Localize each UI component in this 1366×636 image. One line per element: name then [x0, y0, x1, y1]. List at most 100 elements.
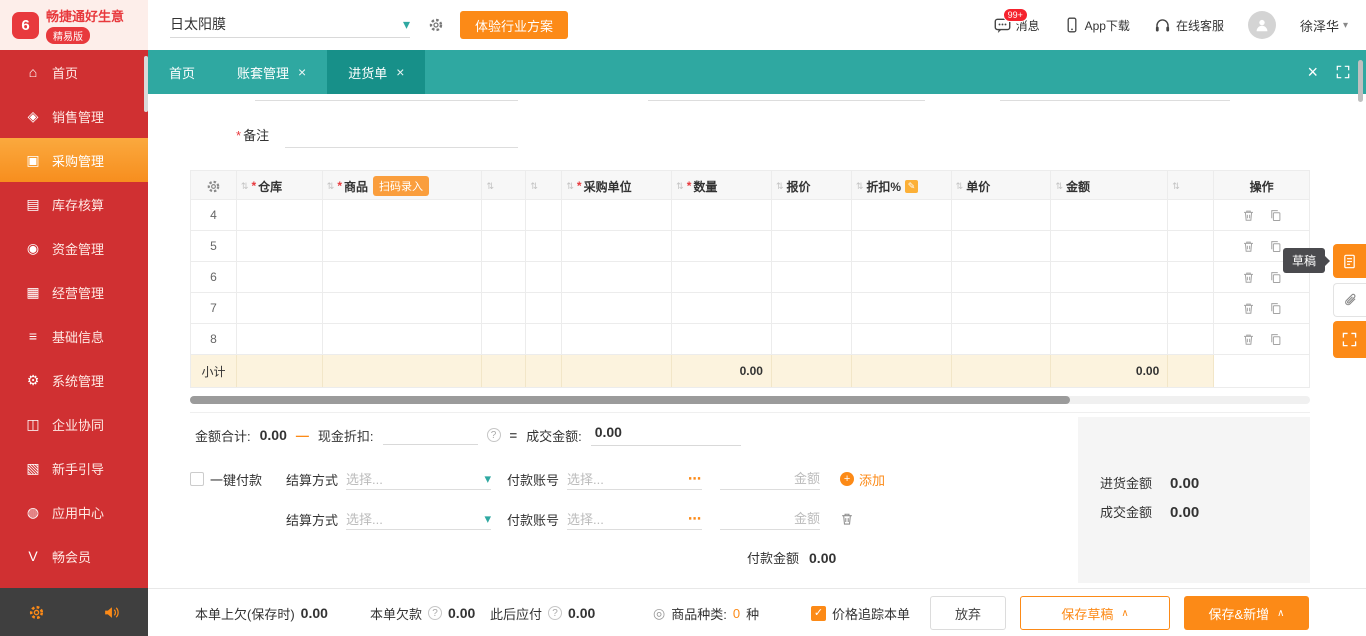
sidebar-item-system[interactable]: ⚙ 系统管理: [0, 358, 148, 402]
cell[interactable]: [526, 324, 563, 354]
speaker-icon[interactable]: [103, 604, 120, 621]
sort-icon[interactable]: ⇅: [956, 181, 964, 192]
header-extra-2[interactable]: ⇅: [526, 171, 563, 201]
abandon-button[interactable]: 放弃: [930, 596, 1006, 630]
cell-amount[interactable]: [1051, 200, 1169, 230]
cell-discount[interactable]: [852, 324, 952, 354]
edit-discount-icon[interactable]: ✎: [905, 179, 919, 193]
app-download-button[interactable]: App下载: [1064, 17, 1130, 34]
close-all-icon[interactable]: ×: [1307, 63, 1318, 81]
messages-button[interactable]: 99+ 消息: [994, 7, 1040, 34]
experience-plan-button[interactable]: 体验行业方案: [460, 11, 569, 39]
one-click-pay-checkbox[interactable]: [190, 472, 204, 486]
copy-row-icon[interactable]: [1269, 209, 1282, 222]
sidebar-item-app-center[interactable]: ◍ 应用中心: [0, 490, 148, 534]
cell-quantity[interactable]: [672, 324, 772, 354]
avatar[interactable]: [1247, 11, 1276, 39]
header-purchase-unit[interactable]: ⇅ * 采购单位: [562, 171, 673, 201]
header-quantity[interactable]: ⇅ * 数量: [672, 171, 772, 201]
pay-amount-input[interactable]: 金额: [720, 508, 821, 530]
save-draft-button[interactable]: 保存草稿 ∧: [1020, 596, 1170, 630]
cell[interactable]: [526, 231, 563, 261]
cell-amount[interactable]: [1051, 324, 1169, 354]
remark-input[interactable]: [285, 147, 518, 148]
cell-warehouse[interactable]: [237, 231, 323, 261]
sort-icon[interactable]: ⇅: [1055, 181, 1063, 192]
more-icon[interactable]: ⋯: [688, 511, 702, 527]
sort-icon[interactable]: ⇅: [486, 181, 494, 192]
sidebar-item-purchase[interactable]: ▣ 采购管理: [0, 138, 148, 182]
cell-warehouse[interactable]: [237, 324, 323, 354]
cell[interactable]: [526, 293, 563, 323]
copy-row-icon[interactable]: [1269, 333, 1282, 346]
online-service-button[interactable]: 在线客服: [1154, 17, 1224, 34]
settings-gear-button[interactable]: [428, 17, 444, 33]
delete-row-icon[interactable]: [1242, 302, 1255, 315]
header-extra-3[interactable]: ⇅: [1168, 171, 1215, 201]
cell-warehouse[interactable]: [237, 262, 323, 292]
price-track-checkbox[interactable]: ✓: [811, 605, 826, 621]
user-menu[interactable]: 徐泽华 ▾: [1300, 16, 1348, 35]
cell[interactable]: [1168, 293, 1215, 323]
sidebar-item-operations[interactable]: ▦ 经营管理: [0, 270, 148, 314]
sidebar-item-member[interactable]: V 畅会员: [0, 534, 148, 578]
close-icon[interactable]: ×: [396, 64, 404, 80]
cell-purchase-unit[interactable]: [562, 293, 673, 323]
cell-product[interactable]: [323, 262, 483, 292]
cell-amount[interactable]: [1051, 262, 1169, 292]
cell[interactable]: [1168, 231, 1215, 261]
cell-quantity[interactable]: [672, 200, 772, 230]
sidebar-item-home[interactable]: ⌂ 首页: [0, 50, 148, 94]
sidebar-item-inventory[interactable]: ▤ 库存核算: [0, 182, 148, 226]
more-icon[interactable]: ⋯: [688, 471, 702, 487]
sidebar-item-guide[interactable]: ▧ 新手引导: [0, 446, 148, 490]
pay-amount-input[interactable]: 金额: [720, 468, 821, 490]
cell[interactable]: [482, 231, 527, 261]
scan-entry-button[interactable]: 扫码录入: [373, 176, 429, 196]
sort-icon[interactable]: ⇅: [856, 181, 864, 192]
cell-quote[interactable]: [772, 293, 852, 323]
help-icon[interactable]: ?: [548, 606, 563, 620]
cell[interactable]: [1168, 200, 1215, 230]
delete-row-icon[interactable]: [1242, 209, 1255, 222]
sort-icon[interactable]: ⇅: [776, 181, 784, 192]
delete-row-icon[interactable]: [1242, 240, 1255, 253]
cell[interactable]: [482, 293, 527, 323]
column-settings-gear-icon[interactable]: [191, 171, 237, 201]
copy-row-icon[interactable]: [1269, 302, 1282, 315]
help-icon[interactable]: ?: [428, 606, 443, 620]
cell-amount[interactable]: [1051, 293, 1169, 323]
cell-discount[interactable]: [852, 262, 952, 292]
pay-account-select[interactable]: 选择... ⋯: [567, 508, 703, 530]
sort-icon[interactable]: ⇅: [241, 181, 249, 192]
cell-purchase-unit[interactable]: [562, 200, 673, 230]
cash-discount-input[interactable]: [382, 425, 478, 445]
cell-quote[interactable]: [772, 231, 852, 261]
cell-amount[interactable]: [1051, 231, 1169, 261]
scrollbar-thumb[interactable]: [190, 396, 1070, 404]
tab-account-mgmt[interactable]: 账套管理 ×: [216, 50, 327, 94]
expand-button[interactable]: [1333, 321, 1366, 358]
cell[interactable]: [1168, 324, 1215, 354]
attachment-button[interactable]: [1333, 283, 1366, 317]
header-extra-1[interactable]: ⇅: [482, 171, 527, 201]
cell-unit-price[interactable]: [952, 200, 1052, 230]
add-payment-button[interactable]: + 添加: [840, 470, 885, 489]
sort-icon[interactable]: ⇅: [676, 181, 684, 192]
sort-icon[interactable]: ⇅: [530, 181, 538, 192]
cell[interactable]: [526, 200, 563, 230]
draft-button[interactable]: [1333, 244, 1366, 278]
sort-icon[interactable]: ⇅: [327, 181, 335, 192]
cell-unit-price[interactable]: [952, 324, 1052, 354]
sort-icon[interactable]: ⇅: [1172, 181, 1180, 192]
cell-unit-price[interactable]: [952, 262, 1052, 292]
sidebar-item-basic-info[interactable]: ≡ 基础信息: [0, 314, 148, 358]
header-quote[interactable]: ⇅ 报价: [772, 171, 852, 201]
header-product[interactable]: ⇅ * 商品 扫码录入: [323, 171, 483, 201]
cell-quote[interactable]: [772, 200, 852, 230]
header-warehouse[interactable]: ⇅ * 仓库: [237, 171, 323, 201]
copy-row-icon[interactable]: [1269, 240, 1282, 253]
settle-method-select[interactable]: 选择... ▾: [346, 508, 492, 530]
cell-product[interactable]: [323, 231, 483, 261]
delete-row-icon[interactable]: [1242, 333, 1255, 346]
